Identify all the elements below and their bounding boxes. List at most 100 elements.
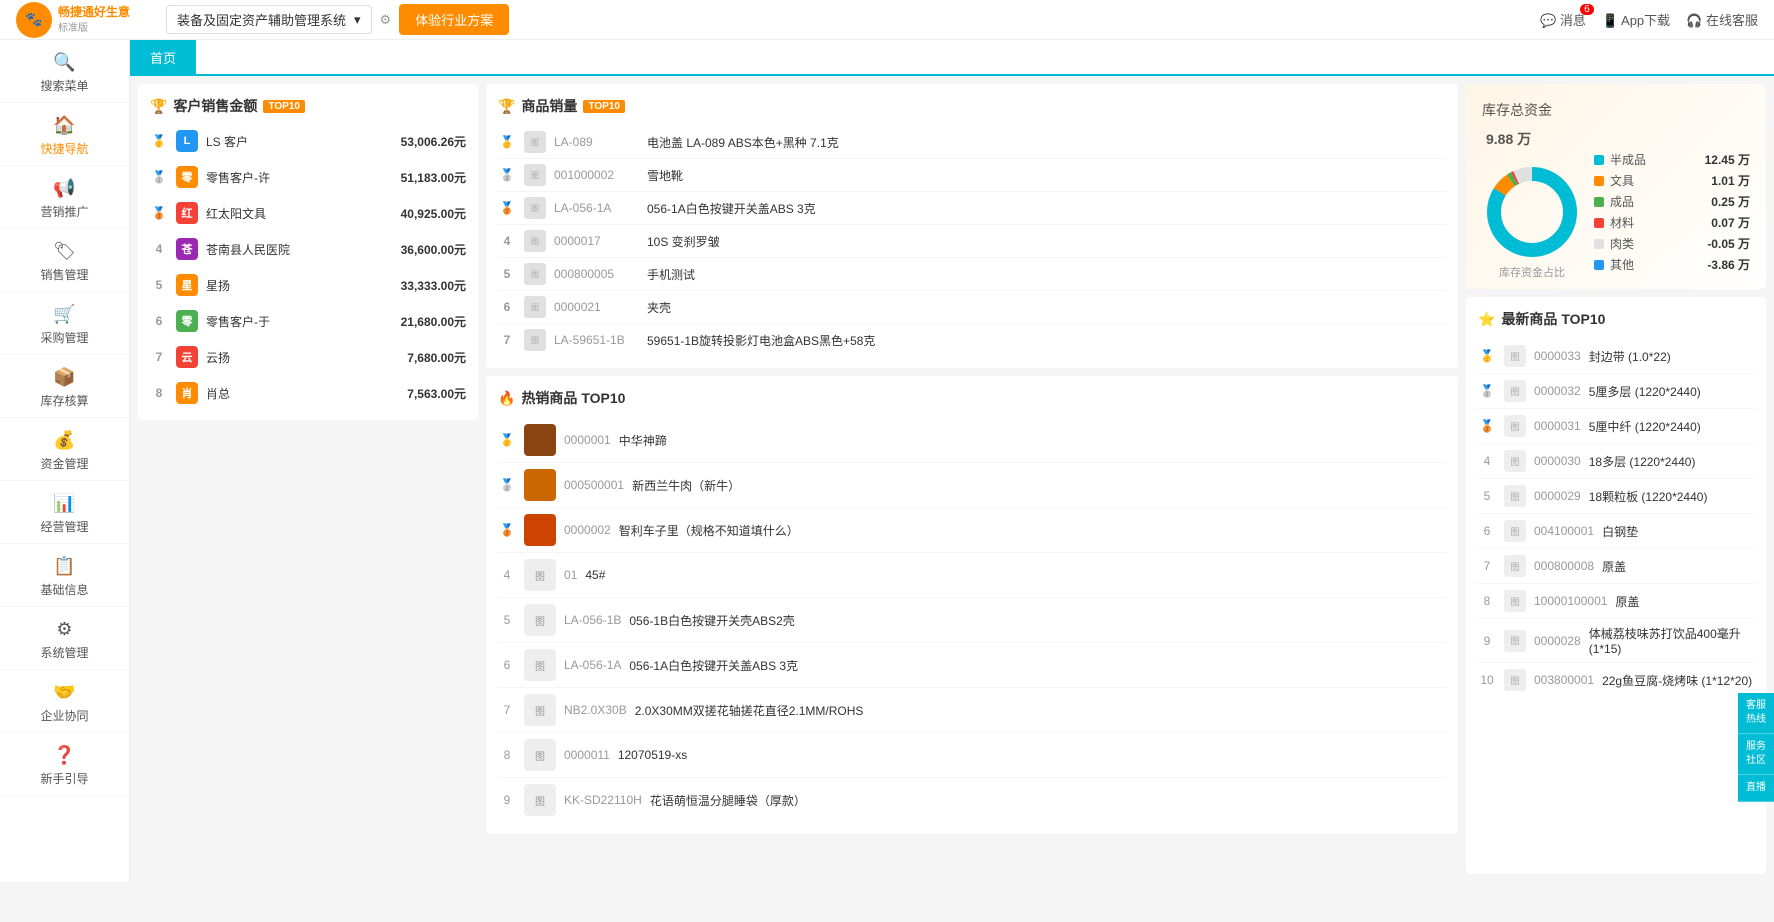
topbar: 🐾 畅捷通好生意 标准版 装备及固定资产辅助管理系统 ▾ ⚙ 体验行业方案 💬 … (0, 0, 1774, 40)
sidebar-item-guide[interactable]: ❓新手引导 (0, 733, 129, 796)
tab-home[interactable]: 首页 (130, 40, 196, 75)
rank-item: 🥉 红 红太阳文具 40,925.00元 (150, 198, 466, 228)
sidebar-item-cooperation[interactable]: 🤝企业协同 (0, 670, 129, 733)
new-item: 9 图 0000028 体械荔枝味苏打饮品400毫升 (1*15) (1478, 619, 1754, 663)
sidebar-item-search[interactable]: 🔍 搜索菜单 (0, 40, 129, 103)
new-item: 4 图 0000030 18多层 (1220*2440) (1478, 444, 1754, 479)
sidebar-label: 资金管理 (40, 455, 88, 472)
sidebar-label: 库存核算 (40, 392, 88, 409)
hot-name: 2.0X30MM双搓花轴搓花直径2.1MM/ROHS (635, 702, 864, 719)
hot-code: 0000011 (564, 748, 610, 762)
hot-item: 🥈 000500001 新西兰牛肉（新牛） (498, 463, 1446, 508)
top-badge: TOP10 (263, 100, 305, 113)
new-name: 5厘中纤 (1220*2440) (1589, 418, 1754, 435)
new-product-img: 图 (1504, 590, 1526, 612)
product-name: 夹壳 (647, 299, 1446, 316)
trophy-icon: 🏆 (150, 98, 167, 115)
hot-item: 5 图 LA-056-1B 056-1B白色按键开关壳ABS2壳 (498, 598, 1446, 643)
rank-name: 红太阳文具 (206, 205, 393, 222)
sidebar-item-sales[interactable]: 🏷 销售管理 (0, 229, 129, 292)
legend-item: 材料 0.07 万 (1594, 214, 1750, 231)
inventory-title: 库存总资金 (1482, 100, 1750, 120)
rank-name: 云扬 (206, 349, 399, 366)
chart-area: 库存资金占比 半成品 12.45 万 文具 1.01 万 成品 0.25 万 材… (1482, 151, 1750, 273)
float-btn-直播[interactable]: 直播 (1738, 775, 1774, 802)
new-item: 10 图 003800001 22g鱼豆腐-烧烤味 (1*12*20) (1478, 663, 1754, 697)
sidebar-item-inventory[interactable]: 📦库存核算 (0, 355, 129, 418)
sidebar-label: 采购管理 (40, 329, 88, 346)
left-panel: 🏆 客户销售金额 TOP10 🥇 L LS 客户 53,006.26元 🥈 零 … (138, 84, 478, 874)
legend-value: -3.86 万 (1707, 256, 1750, 273)
sidebar-label: 企业协同 (40, 707, 88, 724)
rank-item: 5 星 星扬 33,333.00元 (150, 270, 466, 300)
rank-amount: 21,680.00元 (401, 313, 466, 330)
hot-code: 000500001 (564, 478, 624, 492)
quick-nav-icon: 🏠 (53, 115, 75, 136)
product-name: 59651-1B旋转投影灯电池盒ABS黑色+58克 (647, 332, 1446, 349)
hot-product-img: 图 (524, 604, 556, 636)
main-layout: 🔍 搜索菜单 🏠 快捷导航 📢营销推广 🏷 销售管理 🛒采购管理📦库存核算💰资金管理📊经营管理… (0, 40, 1774, 882)
new-product-img: 图 (1504, 630, 1526, 652)
sidebar-item-basic-info[interactable]: 📋基础信息 (0, 544, 129, 607)
product-code: LA-59651-1B (554, 333, 639, 347)
rank-amount: 33,333.00元 (401, 277, 466, 294)
customer-rank-list: 🥇 L LS 客户 53,006.26元 🥈 零 零售客户-许 51,183.0… (150, 126, 466, 408)
rank-avatar: L (176, 130, 198, 152)
phone-icon: 📱 (1602, 13, 1618, 28)
sidebar-item-system[interactable]: ⚙系统管理 (0, 607, 129, 670)
new-code: 0000031 (1534, 419, 1581, 433)
top-rank-number: 6 (498, 300, 516, 314)
hot-code: 01 (564, 568, 577, 582)
float-buttons: 客服热线服务社区直播 (1738, 693, 1774, 802)
content-area: 🏆 客户销售金额 TOP10 🥇 L LS 客户 53,006.26元 🥈 零 … (130, 76, 1774, 882)
sidebar-label: 搜索菜单 (40, 77, 88, 94)
float-btn-客服热线[interactable]: 客服热线 (1738, 693, 1774, 734)
rank-number: 🥇 (150, 134, 168, 148)
sidebar: 🔍 搜索菜单 🏠 快捷导航 📢营销推广 🏷 销售管理 🛒采购管理📦库存核算💰资金管理📊经营管理… (0, 40, 130, 882)
legend-dot (1594, 239, 1604, 249)
search-icon: 🔍 (53, 52, 75, 73)
online-service[interactable]: 🎧 在线客服 (1686, 10, 1758, 29)
sidebar-item-marketing[interactable]: 📢营销推广 (0, 166, 129, 229)
sidebar-label: 销售管理 (40, 266, 88, 283)
gear-icon[interactable]: ⚙ (380, 12, 392, 28)
rank-avatar: 红 (176, 202, 198, 224)
donut-chart: 库存资金占比 (1482, 162, 1582, 262)
float-btn-服务社区[interactable]: 服务社区 (1738, 734, 1774, 775)
legend-value: 1.01 万 (1711, 172, 1750, 189)
app-download[interactable]: 📱 App下载 (1602, 10, 1670, 29)
product-img: 图 (524, 329, 546, 351)
inventory-amount: 9.88万 (1482, 120, 1750, 151)
rank-name: 星扬 (206, 277, 393, 294)
system-selector[interactable]: 装备及固定资产辅助管理系统 ▾ (166, 5, 372, 34)
sidebar-item-finance[interactable]: 💰资金管理 (0, 418, 129, 481)
top-rank-item: 🥉 图 LA-056-1A 056-1A白色按键开关盖ABS 3克 (498, 192, 1446, 225)
legend-dot (1594, 218, 1604, 228)
message-badge[interactable]: 💬 消息 6 (1540, 10, 1586, 29)
sidebar-item-quick-nav[interactable]: 🏠 快捷导航 (0, 103, 129, 166)
trial-button[interactable]: 体验行业方案 (399, 4, 509, 35)
new-name: 5厘多层 (1220*2440) (1589, 383, 1754, 400)
rank-item: 6 零 零售客户-于 21,680.00元 (150, 306, 466, 336)
sidebar-item-purchase[interactable]: 🛒采购管理 (0, 292, 129, 355)
sidebar-label: 基础信息 (40, 581, 88, 598)
rank-avatar: 云 (176, 346, 198, 368)
rank-amount: 53,006.26元 (401, 133, 466, 150)
legend-dot (1594, 197, 1604, 207)
legend-name: 肉类 (1610, 235, 1701, 252)
hot-name: 12070519-xs (618, 748, 687, 762)
customer-rank-title: 🏆 客户销售金额 TOP10 (150, 96, 466, 116)
new-rank-num: 4 (1478, 454, 1496, 468)
new-rank-num: 8 (1478, 594, 1496, 608)
hot-item: 4 图 01 45# (498, 553, 1446, 598)
message-label: 消息 (1560, 13, 1586, 28)
product-img: 图 (524, 164, 546, 186)
hot-rank-num: 6 (498, 658, 516, 672)
sales-icon: 🏷 (53, 241, 76, 262)
hot-rank-num: 5 (498, 613, 516, 627)
top-products-label: 商品销量 (521, 96, 577, 116)
sidebar-label: 快捷导航 (40, 140, 88, 157)
sidebar-item-operations[interactable]: 📊经营管理 (0, 481, 129, 544)
legend-value: 12.45 万 (1705, 151, 1750, 168)
headset-icon: 🎧 (1686, 13, 1702, 28)
